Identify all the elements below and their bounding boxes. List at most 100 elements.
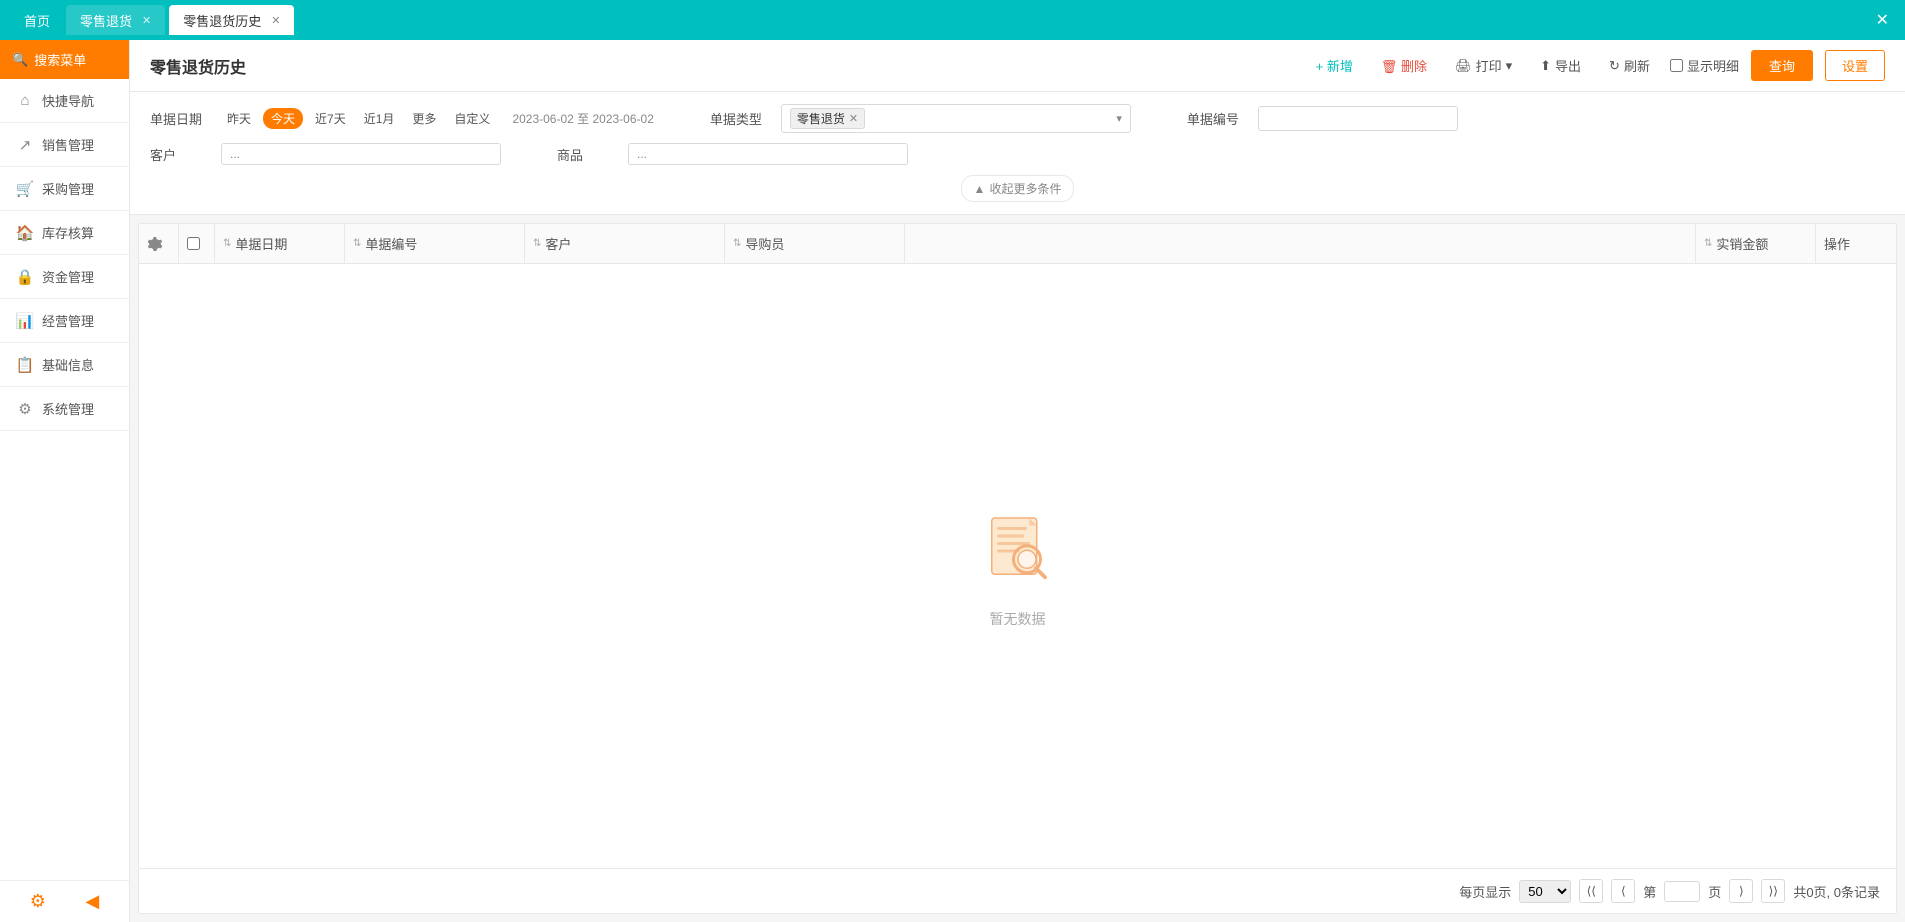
sidebar-item-sales-mgmt[interactable]: ↗ 销售管理 [0,123,129,167]
type-tag-remove[interactable]: ✕ [849,112,858,125]
sidebar-item-operations-label: 经营管理 [42,311,94,330]
tab-retail-return[interactable]: 零售退货 ✕ [66,5,165,35]
th-amount[interactable]: ⇅ 实销金额 [1696,224,1816,263]
sidebar: 🔍 搜索菜单 ⌂ 快捷导航 ↗ 销售管理 🛒 采购管理 🏠 库存核算 🔒 [0,40,130,922]
refresh-label: 刷新 [1624,56,1650,75]
sidebar-search[interactable]: 🔍 搜索菜单 [0,40,129,79]
tab-home[interactable]: 首页 [8,11,66,30]
page-suffix-label: 页 [1708,882,1721,901]
select-all-checkbox[interactable] [187,237,200,250]
last-page-button[interactable]: ⟩⟩ [1761,879,1785,903]
sort-amount-icon: ⇅ [1704,238,1712,249]
th-customer[interactable]: ⇅ 客户 [525,224,725,263]
filter-area: 单据日期 昨天 今天 近7天 近1月 更多 自定义 2023-06-02 至 2… [130,92,1905,215]
goods-select[interactable]: ... [628,143,908,165]
th-number[interactable]: ⇅ 单据编号 [345,224,525,263]
sidebar-item-quick-nav-label: 快捷导航 [42,91,94,110]
th-settings[interactable] [139,224,179,263]
settings-bottom-icon[interactable]: ⚙ [30,891,46,912]
new-button[interactable]: + 新增 [1308,52,1361,79]
first-page-button[interactable]: ⟨⟨ [1579,879,1603,903]
sort-customer-icon: ⇅ [533,238,541,249]
operations-icon: 📊 [16,312,34,330]
sort-guide-icon: ⇅ [733,238,741,249]
print-button[interactable]: 🖨 打印 ▾ [1447,52,1520,79]
delete-button[interactable]: 🗑 删除 [1373,52,1435,79]
sidebar-bottom: ⚙ ◀ [0,880,129,922]
window-close-button[interactable]: ✕ [1868,6,1897,34]
table-header: ⇅ 单据日期 ⇅ 单据编号 ⇅ 客户 ⇅ 导购员 ⇅ 实销 [139,224,1896,264]
top-bar: 首页 零售退货 ✕ 零售退货历史 ✕ ✕ [0,0,1905,40]
th-checkbox[interactable] [179,224,215,263]
empty-illustration [973,503,1063,593]
collapse-filter-button[interactable]: ▲ 收起更多条件 [961,175,1075,202]
per-page-select[interactable]: 10 20 50 100 [1519,880,1571,903]
th-guide[interactable]: ⇅ 导购员 [725,224,905,263]
sort-date-icon: ⇅ [223,238,231,249]
sidebar-item-inventory-label: 库存核算 [42,223,94,242]
settings-button[interactable]: 设置 [1825,50,1885,81]
sidebar-item-finance[interactable]: 🔒 资金管理 [0,255,129,299]
page-header: 零售退货历史 + 新增 🗑 删除 🖨 打印 ▾ ⬆ 导出 ↻ 刷新 [130,40,1905,92]
date-opt-today[interactable]: 今天 [263,108,303,129]
display-detail-label: 显示明细 [1687,56,1739,75]
number-filter-label: 单据编号 [1187,109,1242,128]
content-area: 零售退货历史 + 新增 🗑 删除 🖨 打印 ▾ ⬆ 导出 ↻ 刷新 [130,40,1905,922]
sidebar-search-label: 搜索菜单 [34,50,86,69]
collapse-icon: ▲ [974,182,986,196]
per-page-label: 每页显示 [1459,882,1511,901]
sidebar-item-system[interactable]: ⚙ 系统管理 [0,387,129,431]
basic-info-icon: 📋 [16,356,34,374]
sidebar-item-finance-label: 资金管理 [42,267,94,286]
refresh-button[interactable]: ↻ 刷新 [1601,52,1658,79]
sidebar-item-operations[interactable]: 📊 经营管理 [0,299,129,343]
th-date[interactable]: ⇅ 单据日期 [215,224,345,263]
th-actions: 操作 [1816,224,1896,263]
type-select-arrow: ▾ [1116,112,1122,125]
customer-select[interactable]: ... [221,143,501,165]
export-icon: ⬆ [1540,58,1551,74]
th-number-label: 单据编号 [365,234,417,253]
collapse-label: 收起更多条件 [989,180,1061,197]
tab-retail-return-history[interactable]: 零售退货历史 ✕ [169,5,294,35]
date-filter-label: 单据日期 [150,109,205,128]
th-amount-label: 实销金额 [1716,234,1768,253]
date-opt-month[interactable]: 近1月 [358,108,401,129]
date-opt-more[interactable]: 更多 [406,108,442,129]
sidebar-menu: ⌂ 快捷导航 ↗ 销售管理 🛒 采购管理 🏠 库存核算 🔒 资金管理 📊 经 [0,79,129,880]
sidebar-item-system-label: 系统管理 [42,399,94,418]
type-filter-label: 单据类型 [710,109,765,128]
export-button[interactable]: ⬆ 导出 [1532,52,1589,79]
date-opt-week[interactable]: 近7天 [309,108,352,129]
date-opt-yesterday[interactable]: 昨天 [221,108,257,129]
number-filter-input[interactable] [1258,106,1458,131]
tab-retail-return-history-close[interactable]: ✕ [271,14,280,27]
sidebar-item-purchase-mgmt[interactable]: 🛒 采购管理 [0,167,129,211]
th-customer-label: 客户 [545,234,571,253]
header-actions: + 新增 🗑 删除 🖨 打印 ▾ ⬆ 导出 ↻ 刷新 显示明细 [1308,50,1885,81]
th-date-label: 单据日期 [235,234,287,253]
finance-icon: 🔒 [16,268,34,286]
print-label: 打印 [1476,56,1502,75]
date-range-display: 2023-06-02 至 2023-06-02 [512,110,653,127]
goods-filter-label: 商品 [557,145,612,164]
query-button[interactable]: 查询 [1751,50,1813,81]
display-toggle[interactable]: 显示明细 [1670,56,1739,75]
collapse-sidebar-icon[interactable]: ◀ [85,891,99,912]
goods-placeholder: ... [637,147,647,161]
tab-retail-return-close[interactable]: ✕ [142,14,151,27]
date-opt-custom[interactable]: 自定义 [448,108,496,129]
date-options: 昨天 今天 近7天 近1月 更多 自定义 [221,108,496,129]
system-icon: ⚙ [16,400,34,418]
sidebar-item-basic-info[interactable]: 📋 基础信息 [0,343,129,387]
print-dropdown-icon: ▾ [1506,58,1513,74]
sidebar-item-inventory[interactable]: 🏠 库存核算 [0,211,129,255]
display-detail-checkbox[interactable] [1670,59,1683,72]
next-page-button[interactable]: ⟩ [1729,879,1753,903]
type-select[interactable]: 零售退货 ✕ ▾ [781,104,1131,133]
page-number-input[interactable]: 1 [1664,881,1700,902]
pagination: 每页显示 10 20 50 100 ⟨⟨ ⟨ 第 1 页 ⟩ ⟩⟩ 共0页, 0… [139,868,1896,913]
empty-text: 暂无数据 [990,609,1046,629]
prev-page-button[interactable]: ⟨ [1611,879,1635,903]
sidebar-item-quick-nav[interactable]: ⌂ 快捷导航 [0,79,129,123]
